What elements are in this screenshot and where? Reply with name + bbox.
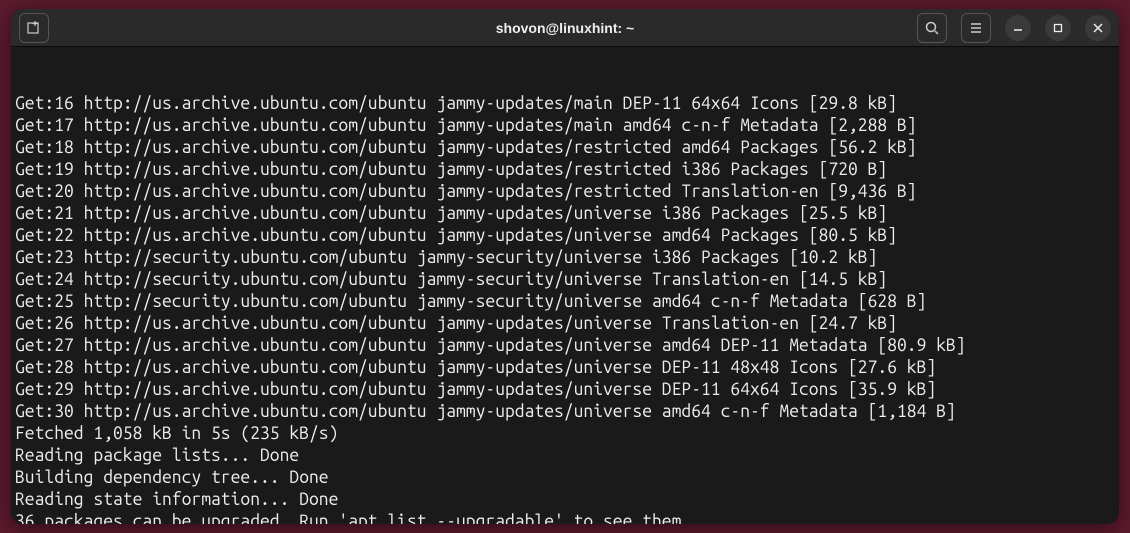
terminal-body[interactable]: Get:16 http://us.archive.ubuntu.com/ubun… bbox=[11, 47, 1119, 524]
terminal-output-line: Get:25 http://security.ubuntu.com/ubuntu… bbox=[15, 291, 1115, 313]
terminal-output-line: Get:23 http://security.ubuntu.com/ubuntu… bbox=[15, 247, 1115, 269]
close-button[interactable] bbox=[1085, 15, 1111, 41]
menu-button[interactable] bbox=[961, 13, 991, 43]
terminal-output-line: Get:24 http://security.ubuntu.com/ubuntu… bbox=[15, 269, 1115, 291]
terminal-output-line: Get:27 http://us.archive.ubuntu.com/ubun… bbox=[15, 335, 1115, 357]
terminal-output-line: Get:16 http://us.archive.ubuntu.com/ubun… bbox=[15, 93, 1115, 115]
terminal-output-line: Get:21 http://us.archive.ubuntu.com/ubun… bbox=[15, 203, 1115, 225]
terminal-output-line: Fetched 1,058 kB in 5s (235 kB/s) bbox=[15, 423, 1115, 445]
terminal-output-line: Get:28 http://us.archive.ubuntu.com/ubun… bbox=[15, 357, 1115, 379]
terminal-output-line: Reading state information... Done bbox=[15, 489, 1115, 511]
search-button[interactable] bbox=[917, 13, 947, 43]
terminal-output-line: Get:30 http://us.archive.ubuntu.com/ubun… bbox=[15, 401, 1115, 423]
terminal-output-line: Get:18 http://us.archive.ubuntu.com/ubun… bbox=[15, 137, 1115, 159]
terminal-output-line: Get:26 http://us.archive.ubuntu.com/ubun… bbox=[15, 313, 1115, 335]
terminal-output-line: Get:29 http://us.archive.ubuntu.com/ubun… bbox=[15, 379, 1115, 401]
terminal-window: shovon@linuxhint: ~ Get:16 http://us.arc… bbox=[11, 9, 1119, 524]
terminal-output-line: 36 packages can be upgraded. Run 'apt li… bbox=[15, 511, 1115, 524]
terminal-output-line: Building dependency tree... Done bbox=[15, 467, 1115, 489]
terminal-output-line: Get:17 http://us.archive.ubuntu.com/ubun… bbox=[15, 115, 1115, 137]
terminal-output-line: Get:20 http://us.archive.ubuntu.com/ubun… bbox=[15, 181, 1115, 203]
title-bar: shovon@linuxhint: ~ bbox=[11, 9, 1119, 47]
maximize-button[interactable] bbox=[1045, 15, 1071, 41]
new-tab-button[interactable] bbox=[19, 13, 49, 43]
minimize-button[interactable] bbox=[1005, 15, 1031, 41]
terminal-output-line: Reading package lists... Done bbox=[15, 445, 1115, 467]
terminal-output-line: Get:19 http://us.archive.ubuntu.com/ubun… bbox=[15, 159, 1115, 181]
terminal-output-line: Get:22 http://us.archive.ubuntu.com/ubun… bbox=[15, 225, 1115, 247]
